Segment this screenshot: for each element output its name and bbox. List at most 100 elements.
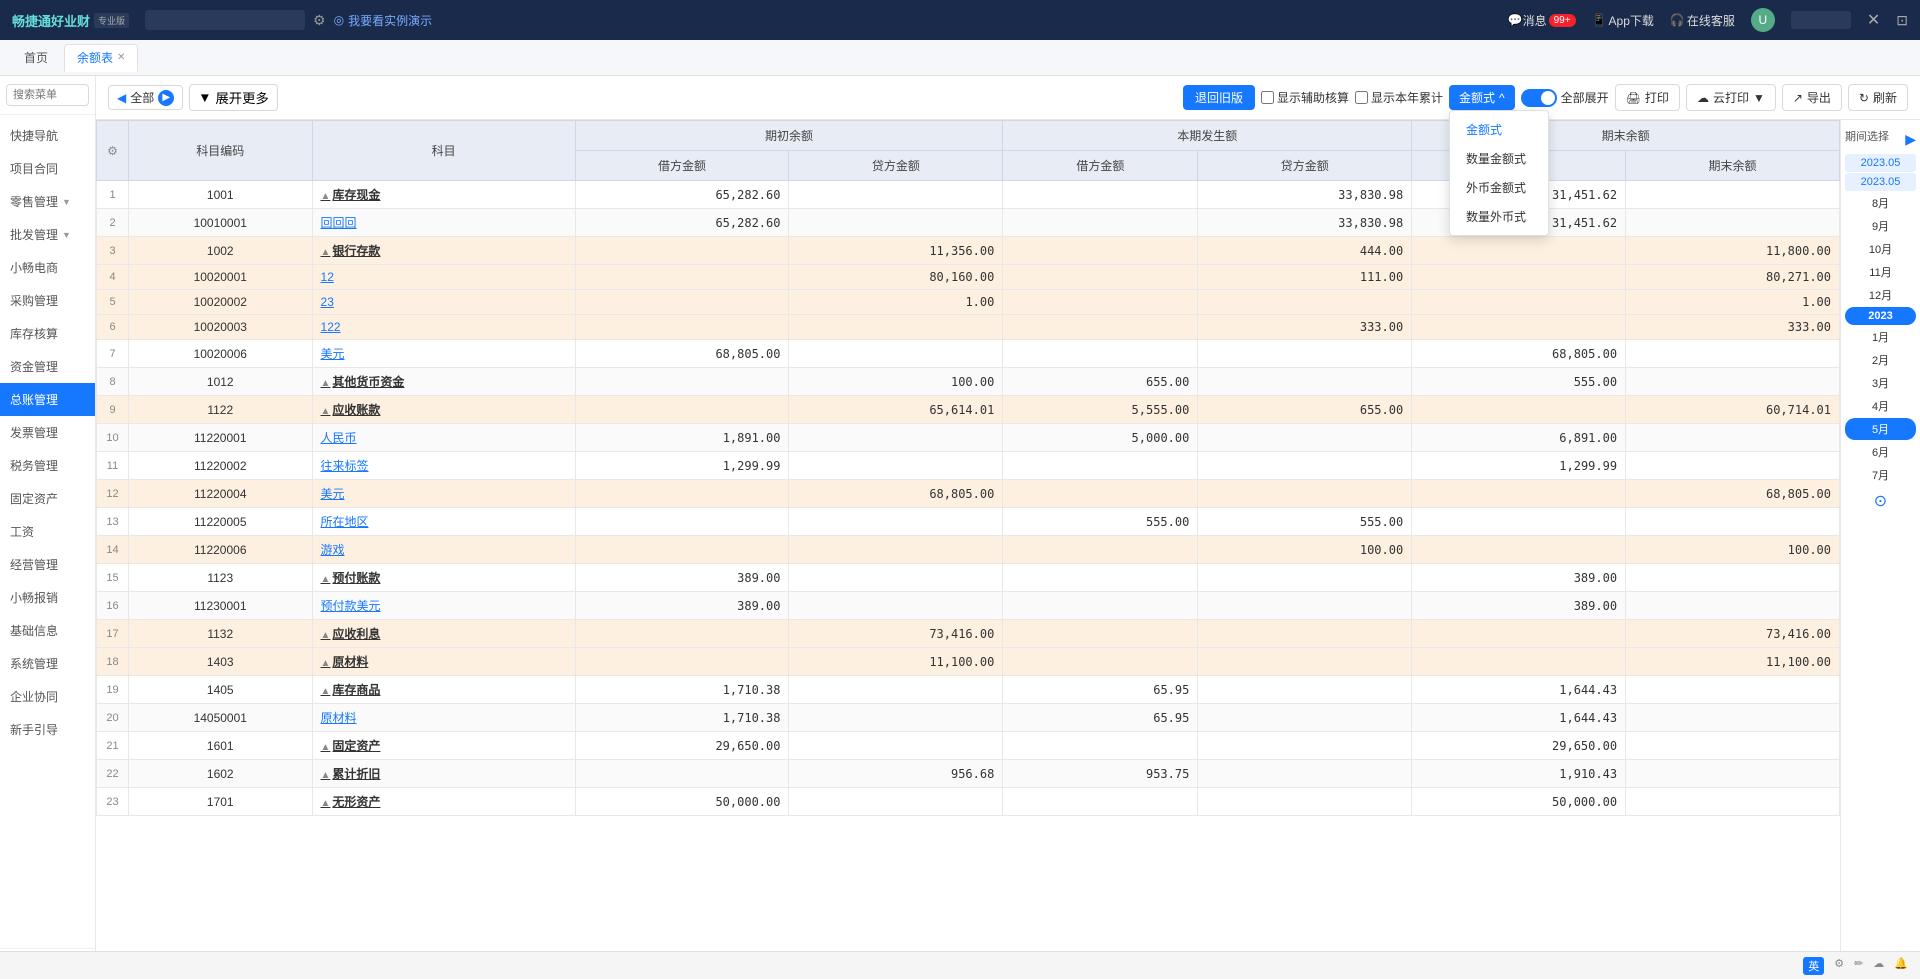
period-9[interactable]: 9月 <box>1845 215 1916 237</box>
tab-close-balance[interactable]: ✕ <box>117 52 125 63</box>
row-code[interactable]: 11220004 <box>129 480 313 508</box>
sidebar-item-operations[interactable]: 经营管理 <box>0 548 95 581</box>
return-old-btn[interactable]: 退回旧版 <box>1183 85 1255 110</box>
tab-home[interactable]: 首页 <box>12 44 60 72</box>
period-10[interactable]: 10月 <box>1845 238 1916 260</box>
cloud-print-btn[interactable]: ☁ 云打印 ▼ <box>1686 84 1776 111</box>
row-code[interactable]: 10020001 <box>129 265 313 290</box>
row-code[interactable]: 1122 <box>129 396 313 424</box>
period-panel-collapse[interactable]: ⊙ <box>1874 491 1887 511</box>
row-code[interactable]: 1123 <box>129 564 313 592</box>
row-name[interactable]: ▲原材料 <box>312 648 575 676</box>
search-bar[interactable] <box>145 10 305 30</box>
period-range-end[interactable]: 2023.05 <box>1845 173 1916 191</box>
period-12[interactable]: 12月 <box>1845 284 1916 306</box>
row-code[interactable]: 1701 <box>129 788 313 816</box>
row-name[interactable]: ▲预付账款 <box>312 564 575 592</box>
row-name[interactable]: ▲固定资产 <box>312 732 575 760</box>
sidebar-item-nav[interactable]: 快捷导航 <box>0 119 95 152</box>
sidebar-item-ledger[interactable]: 总账管理 <box>0 383 95 416</box>
row-code[interactable]: 10010001 <box>129 209 313 237</box>
format-option-qty-amount[interactable]: 数量金额式 <box>1450 144 1548 173</box>
period-6[interactable]: 6月 <box>1845 441 1916 463</box>
row-code[interactable]: 1002 <box>129 237 313 265</box>
sidebar-item-basic[interactable]: 基础信息 <box>0 614 95 647</box>
sidebar-item-assets[interactable]: 固定资产 <box>0 482 95 515</box>
row-code[interactable]: 11220001 <box>129 424 313 452</box>
row-name[interactable]: ▲无形资产 <box>312 788 575 816</box>
status-bell[interactable]: 🔔 <box>1894 957 1908 975</box>
row-code[interactable]: 1012 <box>129 368 313 396</box>
user-avatar[interactable]: U <box>1751 8 1775 32</box>
row-name[interactable]: 12 <box>312 265 575 290</box>
row-code[interactable]: 1405 <box>129 676 313 704</box>
period-1[interactable]: 1月 <box>1845 326 1916 348</box>
format-option-foreign-amount[interactable]: 外币金额式 <box>1450 173 1548 202</box>
period-3[interactable]: 3月 <box>1845 372 1916 394</box>
show-assist-checkbox[interactable] <box>1261 91 1274 104</box>
row-name[interactable]: 122 <box>312 315 575 340</box>
sidebar-item-guide[interactable]: 新手引导 <box>0 713 95 746</box>
close-btn[interactable]: ✕ <box>1867 10 1880 30</box>
row-code[interactable]: 14050001 <box>129 704 313 732</box>
row-code[interactable]: 10020006 <box>129 340 313 368</box>
sidebar-item-ecommerce[interactable]: 小畅电商 <box>0 251 95 284</box>
row-name[interactable]: 所在地区 <box>312 508 575 536</box>
row-name[interactable]: 人民币 <box>312 424 575 452</box>
sidebar-item-tax[interactable]: 税务管理 <box>0 449 95 482</box>
sidebar-item-agreement[interactable]: 企业协同 <box>0 680 95 713</box>
show-year-check[interactable]: 显示本年累计 <box>1355 89 1443 106</box>
row-name[interactable]: ▲库存商品 <box>312 676 575 704</box>
settings-icon[interactable]: ⚙ <box>313 12 326 29</box>
row-name[interactable]: 美元 <box>312 340 575 368</box>
expand-all-toggle[interactable]: 全部展开 <box>1521 89 1609 107</box>
sidebar-item-wholesale[interactable]: 批发管理 ▼ <box>0 218 95 251</box>
status-edit[interactable]: ✏ <box>1854 957 1863 975</box>
row-code[interactable]: 10020003 <box>129 315 313 340</box>
table-settings-icon[interactable]: ⚙ <box>107 144 118 158</box>
format-option-qty-foreign[interactable]: 数量外币式 <box>1450 202 1548 231</box>
sidebar-item-system[interactable]: 系统管理 <box>0 647 95 680</box>
period-5-current[interactable]: 5月 <box>1845 418 1916 440</box>
period-2[interactable]: 2月 <box>1845 349 1916 371</box>
row-name[interactable]: 回回回 <box>312 209 575 237</box>
status-lang[interactable]: 英 <box>1803 957 1824 975</box>
expand-all-switch[interactable] <box>1521 89 1557 107</box>
sidebar-item-fund[interactable]: 资金管理 <box>0 350 95 383</box>
row-code[interactable]: 11220006 <box>129 536 313 564</box>
period-11[interactable]: 11月 <box>1845 261 1916 283</box>
row-name[interactable]: 原材料 <box>312 704 575 732</box>
forward-arrow-icon[interactable]: ▶ <box>158 90 174 106</box>
search-input[interactable] <box>6 84 89 106</box>
row-code[interactable]: 11220002 <box>129 452 313 480</box>
tab-balance[interactable]: 余额表 ✕ <box>64 44 138 72</box>
row-name[interactable]: ▲银行存款 <box>312 237 575 265</box>
row-name[interactable]: ▲应收账款 <box>312 396 575 424</box>
th-settings[interactable]: ⚙ <box>97 121 129 181</box>
print-btn[interactable]: 🖨 打印 <box>1615 84 1680 111</box>
sidebar-item-purchase[interactable]: 采购管理 <box>0 284 95 317</box>
app-download-btn[interactable]: 📱 App下载 <box>1592 12 1654 29</box>
export-btn[interactable]: ↗ 导出 <box>1782 84 1842 111</box>
show-year-checkbox[interactable] <box>1355 91 1368 104</box>
row-code[interactable]: 1001 <box>129 181 313 209</box>
maximize-btn[interactable]: ⊡ <box>1896 12 1908 29</box>
format-option-amount[interactable]: 金额式 <box>1450 115 1548 144</box>
period-range-start[interactable]: 2023.05 <box>1845 154 1916 172</box>
show-assist-check[interactable]: 显示辅助核算 <box>1261 89 1349 106</box>
row-name[interactable]: ▲库存现金 <box>312 181 575 209</box>
sidebar-item-payroll[interactable]: 工资 <box>0 515 95 548</box>
sidebar-item-sales[interactable]: 小畅报销 <box>0 581 95 614</box>
row-code[interactable]: 11220005 <box>129 508 313 536</box>
status-cloud[interactable]: ☁ <box>1873 957 1884 975</box>
row-name[interactable]: ▲累计折旧 <box>312 760 575 788</box>
sidebar-item-inventory[interactable]: 库存核算 <box>0 317 95 350</box>
period-8[interactable]: 8月 <box>1845 192 1916 214</box>
row-name[interactable]: 23 <box>312 290 575 315</box>
row-name[interactable]: 往来标签 <box>312 452 575 480</box>
period-year-2023[interactable]: 2023 <box>1845 307 1916 325</box>
message-btn[interactable]: 💬 消息 99+ <box>1508 12 1576 29</box>
panel-collapse-btn[interactable]: ▶ <box>1905 131 1916 148</box>
status-gear[interactable]: ⚙ <box>1834 957 1844 975</box>
row-name[interactable]: 美元 <box>312 480 575 508</box>
